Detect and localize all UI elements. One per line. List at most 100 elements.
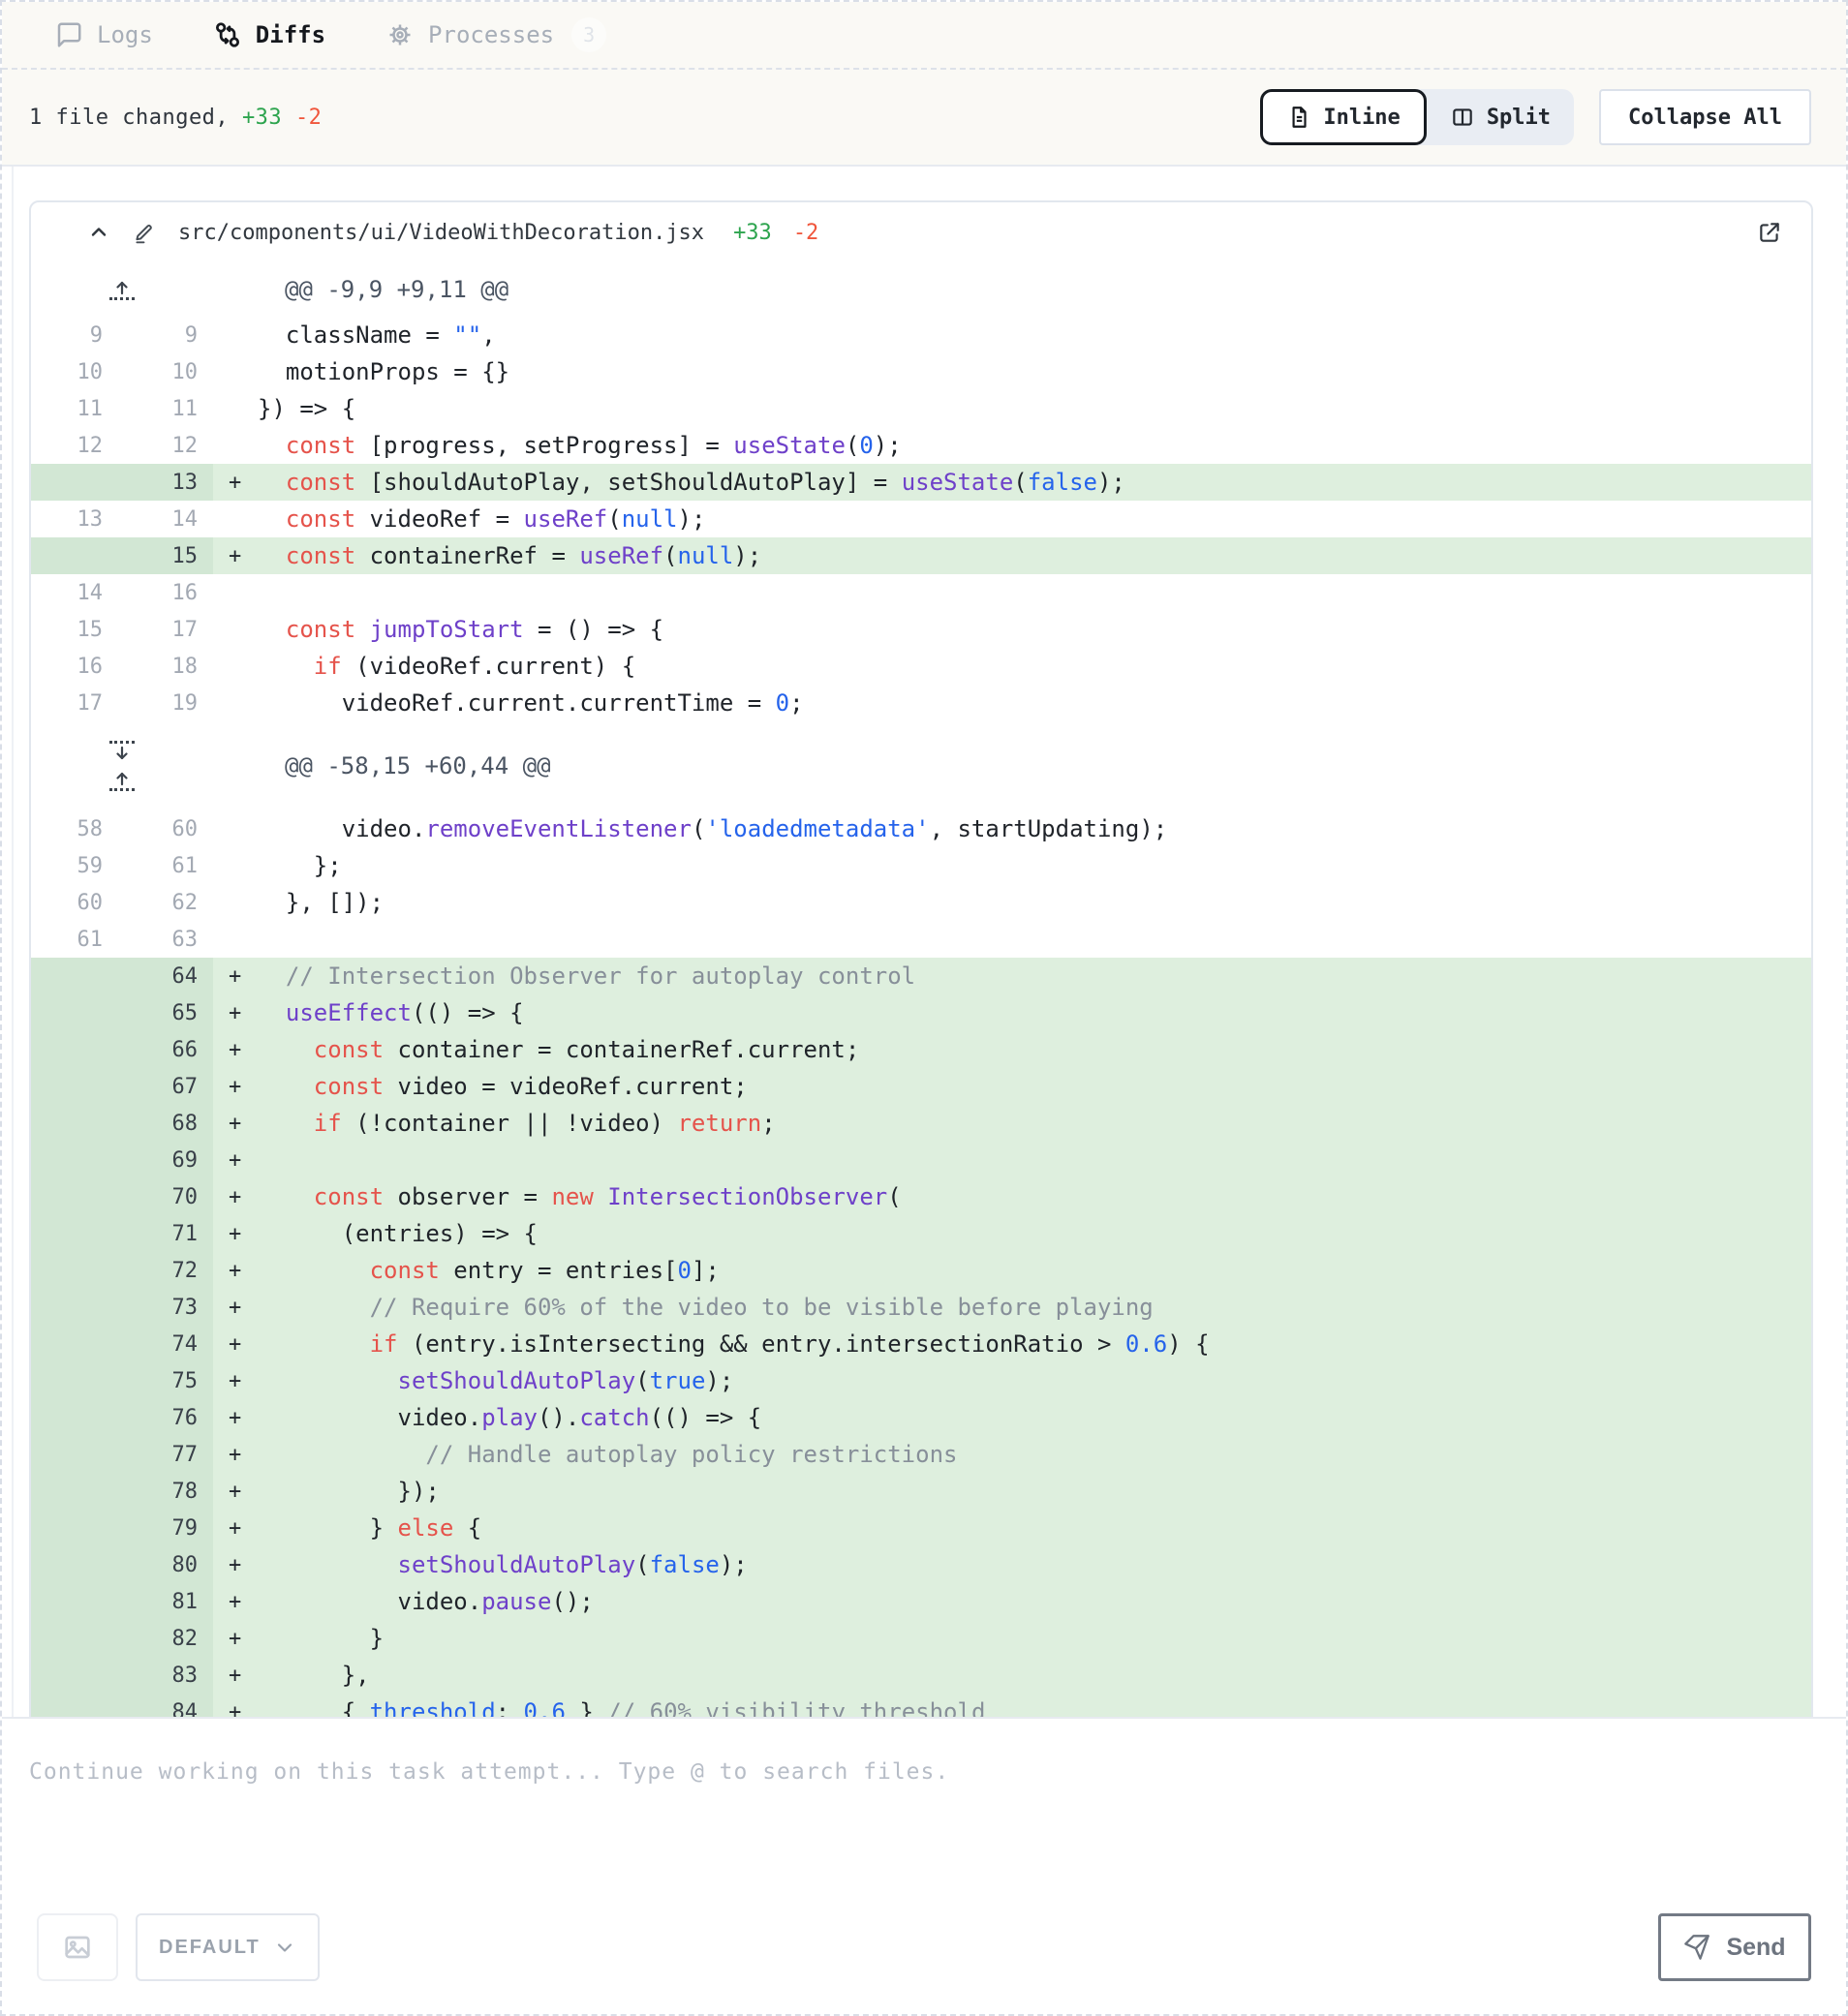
- line-marker: +: [229, 1037, 242, 1062]
- line-marker: +: [229, 1626, 242, 1651]
- diff-line-added: 70 + const observer = new IntersectionObs…: [31, 1178, 1811, 1215]
- line-marker: +: [229, 1368, 242, 1393]
- new-line-number: 60: [171, 816, 199, 841]
- code-text: const video = videoRef.current;: [313, 1073, 748, 1100]
- diff-scroll-area[interactable]: src/components/ui/VideoWithDecoration.js…: [2, 167, 1846, 1721]
- code-text: // Handle autoplay policy restrictions: [425, 1441, 958, 1468]
- diff-line-context: 11 11 }) => {: [31, 390, 1811, 427]
- new-line-number: 9: [184, 322, 198, 348]
- line-marker: +: [229, 1221, 242, 1246]
- open-file-button[interactable]: [1757, 220, 1782, 245]
- code-text: if (videoRef.current) {: [313, 653, 636, 680]
- code-text: // Intersection Observer for autoplay co…: [285, 962, 916, 990]
- file-path: src/components/ui/VideoWithDecoration.js…: [178, 220, 705, 245]
- line-marker: +: [229, 1111, 242, 1136]
- line-marker: +: [229, 1552, 242, 1577]
- new-line-number: 78: [171, 1479, 199, 1504]
- processes-count-badge: 3: [571, 17, 607, 52]
- expand-up-button[interactable]: [108, 278, 137, 302]
- code-text: const entry = entries[0];: [369, 1257, 720, 1284]
- send-label: Send: [1726, 1933, 1786, 1961]
- code-text: motionProps = {}: [258, 358, 510, 385]
- new-line-number: 75: [171, 1368, 199, 1393]
- paper-plane-icon: [1684, 1935, 1710, 1960]
- tab-logs[interactable]: Logs: [54, 20, 153, 49]
- code-text: const container = containerRef.current;: [313, 1036, 860, 1063]
- diff-line-context: 58 60 video.removeEventListener('loadedme…: [31, 810, 1811, 847]
- new-line-number: 65: [171, 1000, 199, 1025]
- new-line-number: 15: [171, 543, 199, 568]
- new-line-number: 73: [171, 1295, 199, 1320]
- chat-bubble-icon: [57, 22, 81, 47]
- code-text: };: [258, 852, 342, 879]
- code-text: }: [258, 1625, 385, 1652]
- diff-line-context: 59 61 };: [31, 847, 1811, 884]
- chevron-up-icon: [91, 228, 107, 236]
- code-text: // Require 60% of the video to be visibl…: [369, 1294, 1154, 1321]
- code-text: videoRef.current.currentTime = 0;: [258, 689, 804, 717]
- new-line-number: 62: [171, 890, 199, 915]
- code-text: className = "",: [258, 321, 496, 349]
- line-marker: +: [229, 1147, 242, 1173]
- file-text-icon: [1292, 107, 1307, 128]
- diff-line-added: 82 + }: [31, 1620, 1811, 1657]
- message-input[interactable]: Continue working on this task attempt...…: [29, 1759, 1807, 1785]
- summary-text: 1 file changed,: [29, 105, 230, 130]
- line-marker: +: [229, 543, 242, 568]
- gear-icon: [389, 24, 411, 46]
- diff-line-added: 74 + if (entry.isIntersecting && entry.in…: [31, 1326, 1811, 1362]
- new-line-number: 68: [171, 1111, 199, 1136]
- code-text: const jumpToStart = () => {: [285, 616, 664, 643]
- new-line-number: 66: [171, 1037, 199, 1062]
- diff-line-added: 72 + const entry = entries[0];: [31, 1252, 1811, 1289]
- new-line-number: 12: [171, 433, 199, 458]
- collapse-file-button[interactable]: [87, 221, 110, 244]
- diff-line-context: 16 18 if (videoRef.current) {: [31, 648, 1811, 685]
- diff-line-added: 64 + // Intersection Observer for autopla…: [31, 958, 1811, 994]
- tab-diffs-label: Diffs: [255, 21, 326, 48]
- new-line-number: 17: [171, 617, 199, 642]
- code-text: }, []);: [258, 889, 385, 916]
- pencil-icon: [136, 224, 152, 244]
- attach-image-button[interactable]: [37, 1913, 118, 1981]
- code-text: const observer = new IntersectionObserve…: [313, 1183, 902, 1210]
- file-header: src/components/ui/VideoWithDecoration.js…: [31, 202, 1811, 262]
- tab-processes[interactable]: Processes 3: [385, 17, 607, 52]
- old-line-number: 11: [77, 396, 104, 421]
- code-text: video.play().catch(() => {: [258, 1404, 762, 1431]
- code-text: useEffect(() => {: [285, 999, 524, 1026]
- diff-line-added: 69 +: [31, 1142, 1811, 1178]
- composer: Continue working on this task attempt...…: [2, 1717, 1846, 2014]
- old-line-number: 13: [77, 506, 104, 532]
- new-line-number: 18: [171, 654, 199, 679]
- diff-line-added: 73 + // Require 60% of the video to be vi…: [31, 1289, 1811, 1326]
- new-line-number: 11: [171, 396, 199, 421]
- diff-line-added: 80 + setShouldAutoPlay(false);: [31, 1546, 1811, 1583]
- line-marker: +: [229, 1074, 242, 1099]
- diff-line-added: 65 + useEffect(() => {: [31, 994, 1811, 1031]
- inline-view-button[interactable]: Inline: [1260, 89, 1427, 145]
- collapse-all-button[interactable]: Collapse All: [1599, 89, 1811, 145]
- code-text: video.removeEventListener('loadedmetadat…: [258, 815, 1168, 842]
- new-line-number: 83: [171, 1663, 199, 1688]
- diff-line-added: 71 + (entries) => {: [31, 1215, 1811, 1252]
- profile-select[interactable]: DEFAULT: [136, 1913, 320, 1981]
- expand-up-button[interactable]: [108, 769, 137, 793]
- diff-line-added: 75 + setShouldAutoPlay(true);: [31, 1362, 1811, 1399]
- file-deletions: -2: [792, 220, 819, 245]
- tab-processes-label: Processes: [428, 21, 555, 48]
- line-marker: +: [229, 1515, 242, 1541]
- content-left-edge: [12, 167, 14, 1721]
- new-line-number: 13: [171, 470, 199, 495]
- code-text: const containerRef = useRef(null);: [285, 542, 762, 569]
- expand-down-button[interactable]: [108, 739, 137, 763]
- line-marker: +: [229, 1000, 242, 1025]
- code-text: if (entry.isIntersecting && entry.inters…: [369, 1330, 1210, 1358]
- old-line-number: 60: [77, 890, 104, 915]
- code-text: }) => {: [258, 395, 356, 422]
- line-marker: +: [229, 1295, 242, 1320]
- tab-diffs[interactable]: Diffs: [213, 20, 325, 49]
- split-view-button[interactable]: Split: [1427, 89, 1574, 145]
- send-button[interactable]: Send: [1658, 1913, 1811, 1981]
- new-line-number: 16: [171, 580, 199, 605]
